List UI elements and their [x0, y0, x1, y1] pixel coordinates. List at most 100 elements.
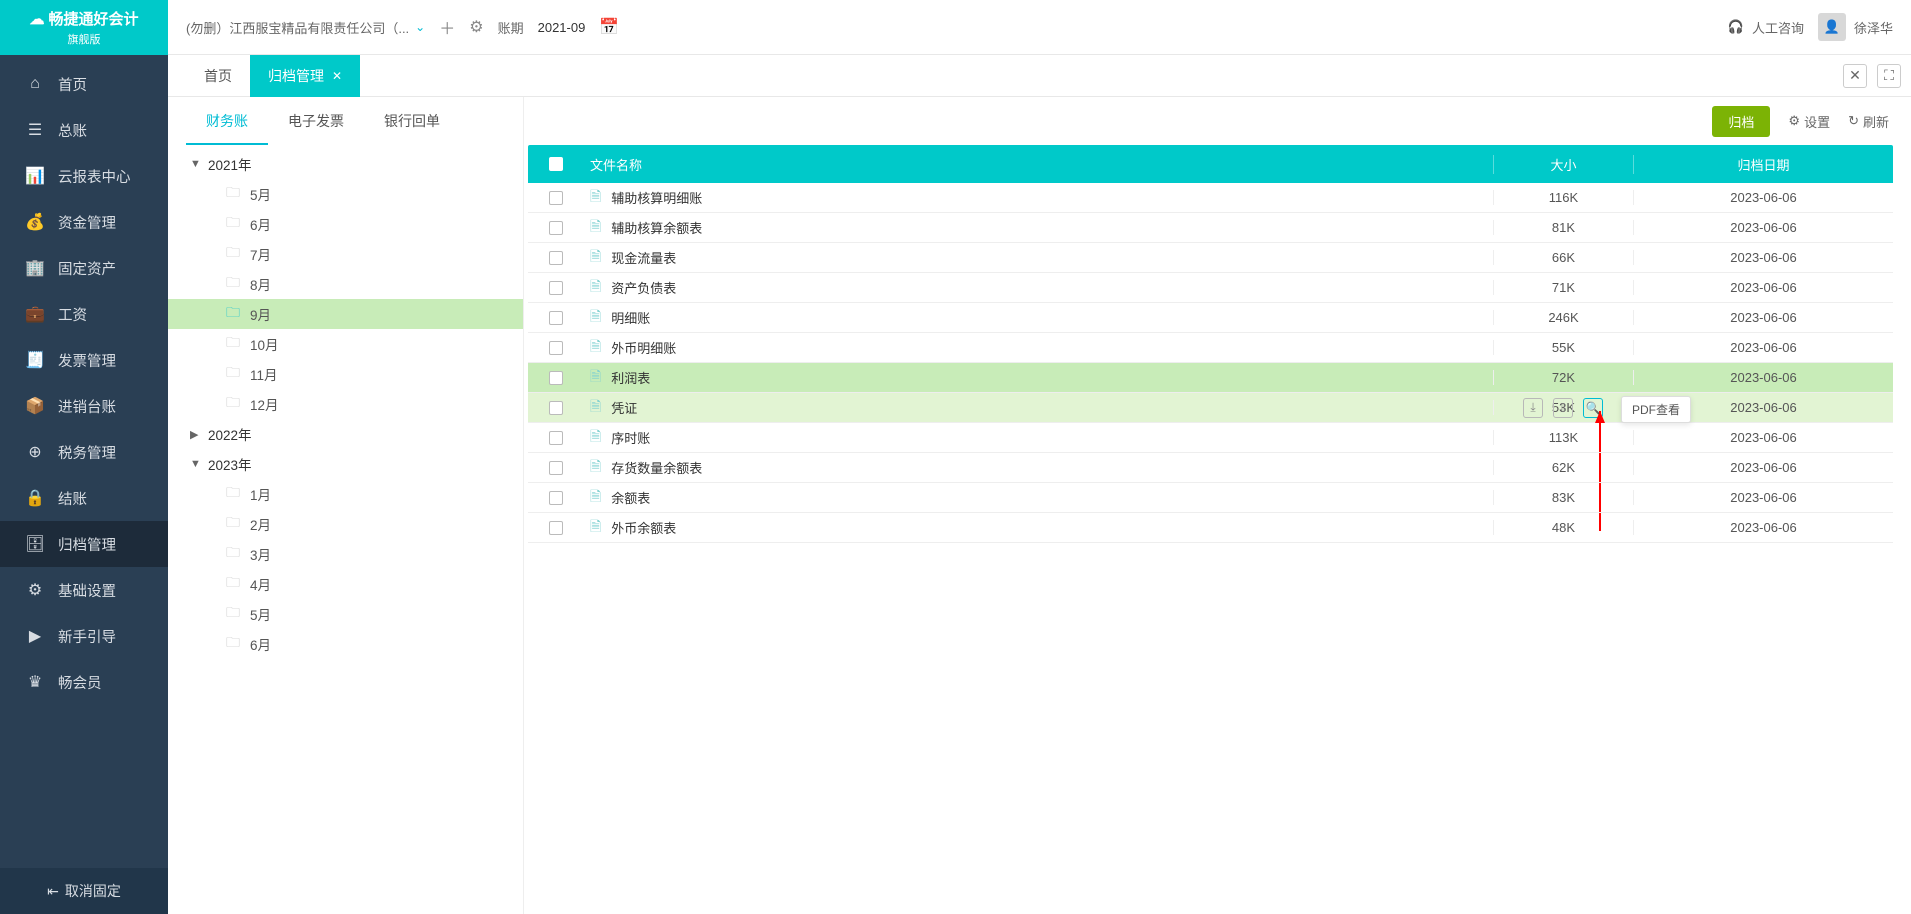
close-icon[interactable]: ✕	[332, 69, 342, 83]
table-row[interactable]: 🗎余额表83K2023-06-06	[528, 483, 1893, 513]
file-name: 现金流量表	[611, 248, 676, 267]
table-row[interactable]: 🗎辅助核算明细账116K2023-06-06	[528, 183, 1893, 213]
nav-item-chart[interactable]: 📊云报表中心	[0, 153, 168, 199]
table-row[interactable]: 🗎辅助核算余额表81K2023-06-06	[528, 213, 1893, 243]
row-checkbox[interactable]	[549, 521, 563, 535]
row-checkbox[interactable]	[549, 191, 563, 205]
table-row[interactable]: 🗎现金流量表66K2023-06-06	[528, 243, 1893, 273]
sub-tab[interactable]: 银行回单	[364, 99, 460, 145]
folder-icon: 🗀	[226, 182, 240, 206]
nav-item-stock[interactable]: 📦进销台账	[0, 383, 168, 429]
support-button[interactable]: 🎧人工咨询	[1728, 18, 1804, 37]
page-tab[interactable]: 首页	[186, 55, 250, 97]
file-size: 83K	[1493, 490, 1633, 505]
pdf-view-icon[interactable]: 🔍	[1583, 398, 1603, 418]
nav-label: 发票管理	[58, 350, 116, 371]
tree-month[interactable]: 🗀5月	[168, 599, 523, 629]
select-all-checkbox[interactable]	[549, 157, 563, 171]
archive-date: 2023-06-06	[1633, 250, 1893, 265]
row-checkbox[interactable]	[549, 491, 563, 505]
tree-month[interactable]: 🗀7月	[168, 239, 523, 269]
tree-month[interactable]: 🗀4月	[168, 569, 523, 599]
tree-month[interactable]: 🗀9月	[168, 299, 523, 329]
archive-date: 2023-06-06	[1633, 370, 1893, 385]
nav-item-tax[interactable]: ⊕税务管理	[0, 429, 168, 475]
table-row[interactable]: 🗎明细账246K2023-06-06	[528, 303, 1893, 333]
tree-month[interactable]: 🗀8月	[168, 269, 523, 299]
row-checkbox[interactable]	[549, 251, 563, 265]
nav-item-ledger[interactable]: ☰ 总账	[0, 107, 168, 153]
stock-icon: 📦	[26, 397, 44, 415]
user-menu[interactable]: 👤徐泽华	[1818, 13, 1893, 41]
nav-item-money[interactable]: 💰资金管理	[0, 199, 168, 245]
table-row[interactable]: 🗎存货数量余额表62K2023-06-06	[528, 453, 1893, 483]
tree-year[interactable]: ▼2021年	[168, 149, 523, 179]
row-checkbox[interactable]	[549, 221, 563, 235]
row-checkbox[interactable]	[549, 401, 563, 415]
table-row[interactable]: 🗎序时账113K2023-06-06	[528, 423, 1893, 453]
row-checkbox[interactable]	[549, 341, 563, 355]
month-label: 1月	[250, 484, 271, 504]
nav-item-settings[interactable]: ⚙基础设置	[0, 567, 168, 613]
table-row[interactable]: 🗎利润表72K2023-06-06	[528, 363, 1893, 393]
download-excel-icon[interactable]: ⤓	[1523, 398, 1543, 418]
chart-icon: 📊	[26, 167, 44, 185]
folder-icon: 🗀	[226, 572, 240, 596]
nav-item-home[interactable]: ⌂首页	[0, 61, 168, 107]
table-row[interactable]: 🗎外币余额表48K2023-06-06	[528, 513, 1893, 543]
nav-item-guide[interactable]: ▶新手引导	[0, 613, 168, 659]
archive-date: 2023-06-06	[1633, 490, 1893, 505]
calendar-icon[interactable]: 📅	[599, 17, 619, 37]
table-row[interactable]: 🗎资产负债表71K2023-06-06	[528, 273, 1893, 303]
file-size: 71K	[1493, 280, 1633, 295]
nav-item-archive[interactable]: 🗄归档管理	[0, 521, 168, 567]
table-row[interactable]: 🗎外币明细账55K2023-06-06	[528, 333, 1893, 363]
tree-year[interactable]: ▶2022年	[168, 419, 523, 449]
nav-item-asset[interactable]: 🏢固定资产	[0, 245, 168, 291]
period-value[interactable]: 2021-09	[538, 20, 586, 35]
folder-icon: 🗀	[226, 392, 240, 416]
nav-item-invoice[interactable]: 🧾发票管理	[0, 337, 168, 383]
row-checkbox[interactable]	[549, 431, 563, 445]
tree-month[interactable]: 🗀5月	[168, 179, 523, 209]
close-all-button[interactable]: ✕	[1843, 64, 1867, 88]
file-name: 明细账	[611, 308, 650, 327]
nav-label: 总账	[58, 120, 87, 141]
refresh-icon: ↻	[1848, 113, 1859, 129]
unpin-button[interactable]: ⇤取消固定	[0, 868, 168, 914]
tree-month[interactable]: 🗀12月	[168, 389, 523, 419]
refresh-button[interactable]: ↻刷新	[1848, 112, 1889, 131]
tree-month[interactable]: 🗀6月	[168, 209, 523, 239]
archive-button[interactable]: 归档	[1712, 106, 1770, 137]
nav-item-salary[interactable]: 💼工资	[0, 291, 168, 337]
month-label: 7月	[250, 244, 271, 264]
settings-button[interactable]: ⚙设置	[1788, 112, 1830, 131]
row-checkbox[interactable]	[549, 371, 563, 385]
gear-icon[interactable]: ⚙	[469, 17, 483, 37]
sub-tab[interactable]: 财务账	[186, 99, 268, 145]
tree-month[interactable]: 🗀3月	[168, 539, 523, 569]
page-tab[interactable]: 归档管理✕	[250, 55, 360, 97]
tree-month[interactable]: 🗀6月	[168, 629, 523, 659]
add-icon[interactable]: ＋	[439, 15, 455, 39]
nav-label: 首页	[58, 74, 87, 95]
company-selector[interactable]: (勿删）江西服宝精品有限责任公司（... ⌄	[186, 18, 425, 37]
file-name: 辅助核算明细账	[611, 188, 702, 207]
cloud-icon: ☁	[29, 10, 44, 28]
sub-tab[interactable]: 电子发票	[268, 99, 364, 145]
tree-month[interactable]: 🗀11月	[168, 359, 523, 389]
row-checkbox[interactable]	[549, 461, 563, 475]
fullscreen-button[interactable]: ⛶	[1877, 64, 1901, 88]
nav-item-close[interactable]: 🔒结账	[0, 475, 168, 521]
ledger-icon: ☰	[26, 121, 44, 139]
gear-icon: ⚙	[1788, 113, 1800, 129]
tree-year[interactable]: ▼2023年	[168, 449, 523, 479]
tree-month[interactable]: 🗀2月	[168, 509, 523, 539]
tree-month[interactable]: 🗀10月	[168, 329, 523, 359]
download-pdf-icon[interactable]: ⇩	[1553, 398, 1573, 418]
row-checkbox[interactable]	[549, 281, 563, 295]
table-row[interactable]: 🗎凭证53K2023-06-06⤓⇩🔍PDF查看	[528, 393, 1893, 423]
row-checkbox[interactable]	[549, 311, 563, 325]
nav-item-vip[interactable]: ♛畅会员	[0, 659, 168, 705]
tree-month[interactable]: 🗀1月	[168, 479, 523, 509]
